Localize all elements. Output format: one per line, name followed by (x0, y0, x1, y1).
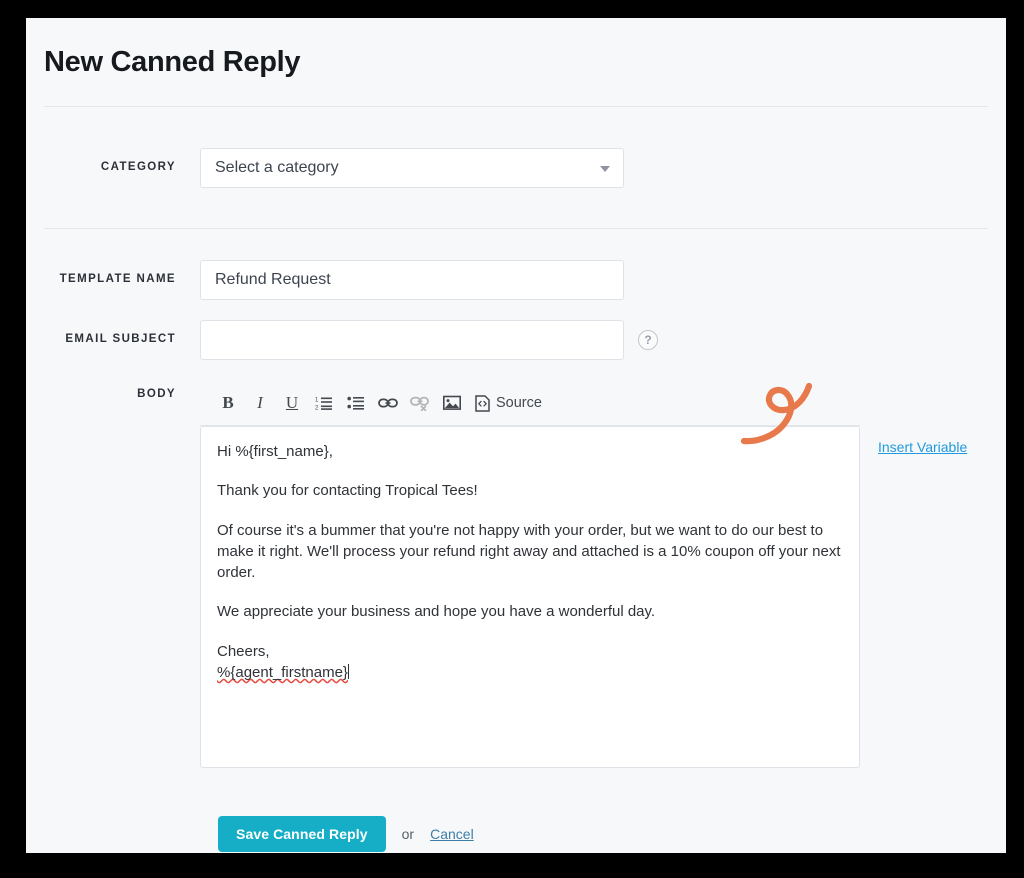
editor-paragraph: Of course it's a bummer that you're not … (217, 520, 843, 584)
email-subject-input[interactable] (200, 320, 624, 360)
rich-text-editor: B I U 1 2 (200, 381, 860, 768)
unlink-icon (406, 389, 434, 417)
fields-section: Template Name Email Subject ? Body B I (26, 229, 1006, 852)
email-subject-control: ? (200, 320, 988, 360)
editor-toolbar: B I U 1 2 (200, 381, 860, 426)
email-subject-label: Email Subject (44, 334, 200, 346)
italic-icon[interactable]: I (246, 389, 274, 417)
email-subject-row: Email Subject ? (26, 319, 1006, 361)
editor-signoff: Cheers, (217, 643, 270, 660)
editor-paragraph: Thank you for contacting Tropical Tees! (217, 480, 843, 501)
canned-reply-page: New Canned Reply Category Select a categ… (26, 18, 1006, 853)
page-title: New Canned Reply (44, 46, 300, 79)
numbered-list-icon[interactable]: 1 2 (310, 389, 338, 417)
template-name-input[interactable] (200, 260, 624, 300)
editor-paragraph: Hi %{first_name}, (217, 441, 843, 462)
source-button[interactable]: Source (470, 389, 547, 417)
or-label: or (402, 826, 414, 842)
body-label: Body (44, 381, 200, 401)
category-control: Select a category (200, 148, 988, 188)
image-icon[interactable] (438, 389, 466, 417)
insert-variable-link[interactable]: Insert Variable (878, 439, 967, 455)
form-footer: Save Canned Reply or Cancel (26, 816, 1006, 852)
page-header: New Canned Reply (26, 18, 1006, 106)
chevron-down-icon (600, 166, 610, 172)
body-control: B I U 1 2 (200, 381, 988, 768)
svg-text:1: 1 (315, 398, 319, 404)
text-cursor (348, 664, 349, 679)
category-select[interactable]: Select a category (200, 148, 624, 188)
underline-icon[interactable]: U (278, 389, 306, 417)
category-selected-value: Select a category (215, 159, 339, 177)
category-row: Category Select a category (26, 148, 1006, 188)
template-name-label: Template Name (44, 274, 200, 286)
svg-text:2: 2 (315, 406, 319, 412)
editor-content-area[interactable]: Hi %{first_name}, Thank you for contacti… (200, 426, 860, 768)
editor-signature-variable: %{agent_firstname} (217, 664, 348, 681)
bold-icon[interactable]: B (214, 389, 242, 417)
template-name-control (200, 260, 988, 300)
editor-signature-block: Cheers, %{agent_firstname} (217, 641, 843, 684)
category-section: Category Select a category (26, 107, 1006, 228)
link-icon[interactable] (374, 389, 402, 417)
template-name-row: Template Name (26, 259, 1006, 301)
save-canned-reply-button[interactable]: Save Canned Reply (218, 816, 386, 852)
source-button-label: Source (496, 395, 542, 411)
editor-wrapper: B I U 1 2 (200, 381, 988, 768)
category-label: Category (44, 162, 200, 174)
editor-paragraph: We appreciate your business and hope you… (217, 601, 843, 622)
question-mark-icon[interactable]: ? (638, 330, 658, 350)
cancel-link[interactable]: Cancel (430, 826, 474, 842)
body-row: Body B I U 1 2 (26, 381, 1006, 768)
bulleted-list-icon[interactable] (342, 389, 370, 417)
